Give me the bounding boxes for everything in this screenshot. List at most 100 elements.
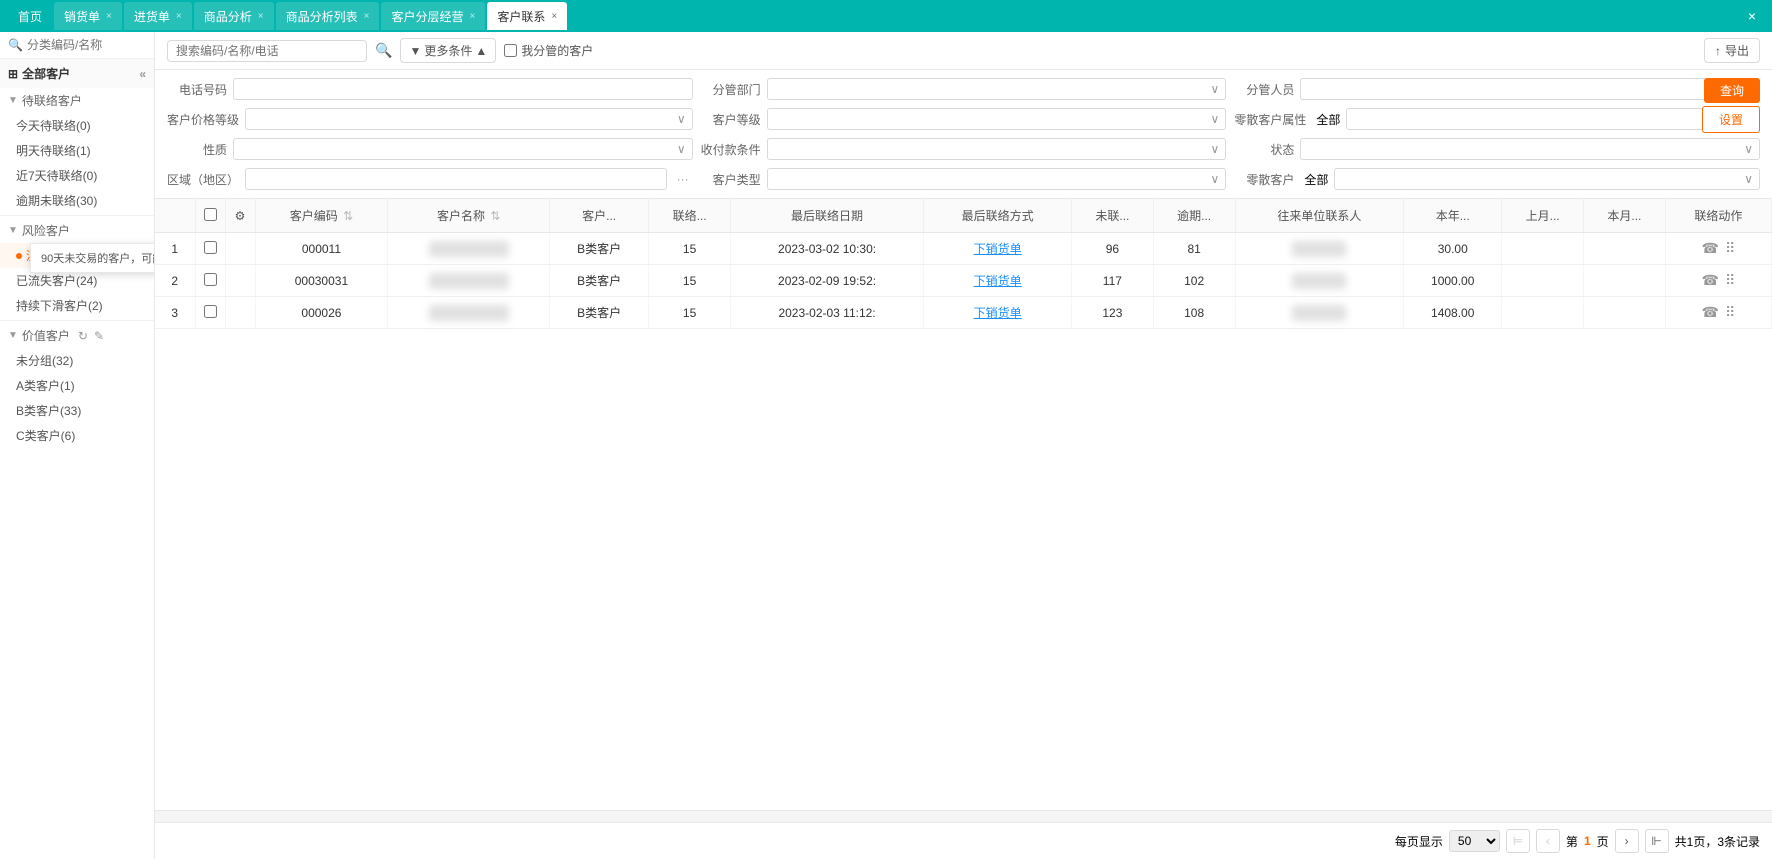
cell-action: ☎ ⠿	[1665, 297, 1771, 329]
active-indicator	[16, 253, 22, 259]
edit-icon[interactable]: ✎	[94, 329, 104, 343]
sidebar-item-class-c[interactable]: C类客户(6)	[0, 423, 154, 448]
nav-tab-salesperson[interactable]: 销货单 ×	[54, 2, 122, 30]
cell-this-month	[1584, 265, 1666, 297]
cell-type: B类客户	[550, 297, 649, 329]
cell-checkbox[interactable]	[195, 233, 225, 265]
nav-tab-purchase[interactable]: 进货单 ×	[124, 2, 192, 30]
payment-select[interactable]: ∨	[767, 138, 1227, 160]
sidebar-item-7days[interactable]: 近7天待联络(0)	[0, 163, 154, 188]
manager-select[interactable]: ···	[1300, 78, 1760, 100]
close-tab-icon[interactable]: ×	[364, 11, 370, 22]
last-page-button[interactable]: ⊩	[1645, 829, 1669, 853]
more-conditions-button[interactable]: ▼ 更多条件 ▲	[400, 38, 496, 63]
contact-type-link[interactable]: 下销货单	[974, 274, 1022, 288]
more-action-icon[interactable]: ⠿	[1725, 272, 1735, 289]
table-row: 2 00030031 ████ B类客户 15 2023-02-09 19:52…	[155, 265, 1772, 297]
cell-this-month	[1584, 297, 1666, 329]
close-tab-icon[interactable]: ×	[106, 11, 112, 22]
more-action-icon[interactable]: ⠿	[1725, 240, 1735, 257]
sidebar-item-declining[interactable]: 持续下滑客户(2)	[0, 293, 154, 318]
status-select[interactable]: ∨	[1300, 138, 1760, 160]
sidebar-item-tomorrow[interactable]: 明天待联络(1)	[0, 138, 154, 163]
page-size-select[interactable]: 50 100 200	[1449, 830, 1500, 852]
my-customers-checkbox-label[interactable]: 我分管的客户	[504, 42, 593, 59]
nav-tab-customer-contact[interactable]: 客户联系 ×	[487, 2, 567, 30]
contact-type-link[interactable]: 下销货单	[974, 306, 1022, 320]
all-customers-header[interactable]: ⊞ 全部客户 «	[0, 59, 154, 88]
group-pending-contact[interactable]: ▼ 待联络客户	[0, 88, 154, 113]
cell-checkbox[interactable]	[195, 297, 225, 329]
cell-no-contact: 96	[1072, 233, 1154, 265]
search-button[interactable]: 🔍	[375, 42, 392, 59]
sidebar-item-today[interactable]: 今天待联络(0)	[0, 113, 154, 138]
horizontal-scrollbar[interactable]	[155, 810, 1772, 822]
close-tab-icon[interactable]: ×	[469, 11, 475, 22]
search-input[interactable]	[167, 40, 367, 62]
row-checkbox[interactable]	[204, 273, 217, 286]
close-tab-icon[interactable]: ×	[551, 11, 557, 22]
close-all-button[interactable]: ×	[1740, 8, 1764, 24]
group-value-customer[interactable]: ▼ 价值客户 ↻ ✎	[0, 323, 154, 348]
nav-tab-product-analysis[interactable]: 商品分析 ×	[194, 2, 274, 30]
my-customers-checkbox[interactable]	[504, 44, 517, 57]
price-tier-select[interactable]: ∨	[245, 108, 693, 130]
close-tab-icon[interactable]: ×	[176, 11, 182, 22]
col-no-contact: 未联...	[1072, 199, 1154, 233]
row-checkbox[interactable]	[204, 241, 217, 254]
cell-this-year: 30.00	[1404, 233, 1502, 265]
phone-input[interactable]	[233, 78, 693, 100]
cell-overdue: 108	[1153, 297, 1235, 329]
query-button[interactable]: 查询	[1704, 78, 1760, 103]
group-risk-customer[interactable]: ▼ 风险客户	[0, 218, 154, 243]
cell-last-type[interactable]: 下销货单	[924, 265, 1072, 297]
chevron-down-icon: ∨	[1211, 142, 1220, 156]
dept-select[interactable]: ∨	[767, 78, 1227, 100]
nav-home[interactable]: 首页	[8, 2, 52, 30]
chevron-down-icon: ∨	[1211, 172, 1220, 186]
cell-last-type[interactable]: 下销货单	[924, 233, 1072, 265]
first-page-button[interactable]: ⊨	[1506, 829, 1530, 853]
phone-action-icon[interactable]: ☎	[1702, 272, 1719, 289]
more-action-icon[interactable]: ⠿	[1725, 304, 1735, 321]
close-tab-icon[interactable]: ×	[258, 11, 264, 22]
ellipsis-button[interactable]: ···	[673, 172, 693, 186]
settings-button[interactable]: 设置	[1702, 106, 1760, 133]
filter-manager-row: 分管人员 ···	[1234, 78, 1760, 100]
retail-attr-select[interactable]: ∨	[1346, 108, 1760, 130]
export-button[interactable]: ↑ 导出	[1704, 38, 1760, 63]
refresh-icon[interactable]: ↻	[78, 329, 88, 343]
col-checkbox[interactable]	[195, 199, 225, 233]
filter-icon: ▼	[409, 44, 421, 58]
select-all-checkbox[interactable]	[204, 208, 217, 221]
col-name[interactable]: 客户名称 ⇅	[388, 199, 550, 233]
sidebar-search-input[interactable]	[27, 38, 155, 52]
data-table-area: ⚙ 客户编码 ⇅ 客户名称 ⇅ 客户... 联络... 最后联络日期 最后联络方…	[155, 199, 1772, 810]
nav-tab-customer-tier[interactable]: 客户分层经营 ×	[381, 2, 485, 30]
retail-customer-select[interactable]: ∨	[1334, 168, 1760, 190]
col-code[interactable]: 客户编码 ⇅	[255, 199, 388, 233]
row-checkbox[interactable]	[204, 305, 217, 318]
prev-page-button[interactable]: ‹	[1536, 829, 1560, 853]
level-select[interactable]: ∨	[767, 108, 1227, 130]
col-contact: 联络...	[649, 199, 731, 233]
collapse-icon[interactable]: «	[139, 67, 146, 81]
sidebar-item-overdue[interactable]: 逾期未联络(30)	[0, 188, 154, 213]
nav-tab-product-list[interactable]: 商品分析列表 ×	[276, 2, 380, 30]
export-icon: ↑	[1715, 44, 1721, 58]
cell-checkbox[interactable]	[195, 265, 225, 297]
contact-type-link[interactable]: 下销货单	[974, 242, 1022, 256]
sidebar-item-ungrouped[interactable]: 未分组(32)	[0, 348, 154, 373]
gender-select[interactable]: ∨	[233, 138, 693, 160]
col-unit-contact: 往来单位联系人	[1235, 199, 1404, 233]
customer-type-select[interactable]: ∨	[767, 168, 1227, 190]
col-settings[interactable]: ⚙	[225, 199, 255, 233]
phone-action-icon[interactable]: ☎	[1702, 304, 1719, 321]
region-input[interactable]	[245, 168, 667, 190]
sidebar-item-class-b[interactable]: B类客户(33)	[0, 398, 154, 423]
next-page-button[interactable]: ›	[1615, 829, 1639, 853]
cell-last-type[interactable]: 下销货单	[924, 297, 1072, 329]
cell-unit-contact: ████	[1235, 297, 1404, 329]
phone-action-icon[interactable]: ☎	[1702, 240, 1719, 257]
sidebar-item-class-a[interactable]: A类客户(1)	[0, 373, 154, 398]
